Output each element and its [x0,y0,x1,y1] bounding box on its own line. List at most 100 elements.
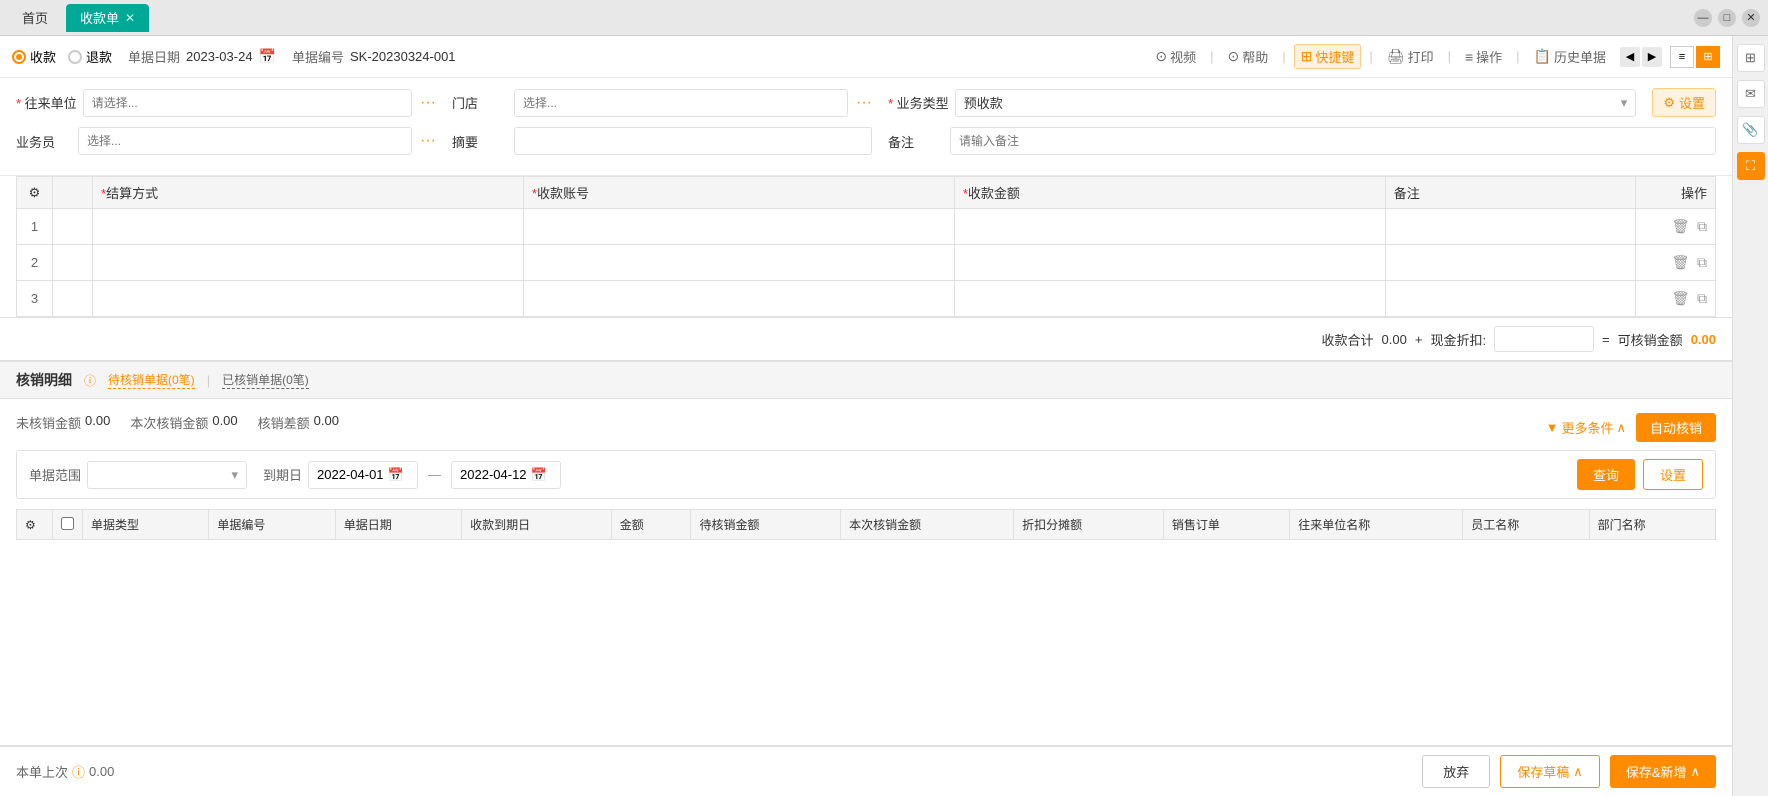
view-list-button[interactable]: ≡ [1670,46,1694,68]
row-1-copy-icon[interactable]: ⧉ [1697,218,1707,234]
calendar-start-icon: 📅 [388,467,404,483]
row-1-amount[interactable] [954,209,1385,245]
nav-next-button[interactable]: ▶ [1642,47,1662,67]
save-draft-label: 保存草稿 [1517,762,1569,781]
row-2-payment[interactable] [93,245,524,281]
row-3-payment[interactable] [93,281,524,317]
table-settings-header[interactable]: ⚙ [17,177,53,209]
attach-icon: 📎 [1742,122,1758,138]
history-button[interactable]: 📋 历史单据 [1528,45,1612,68]
history-icon: 📋 [1534,48,1551,65]
save-new-button[interactable]: 保存&新增 ∧ [1610,755,1716,788]
row-2-delete-icon[interactable]: 🗑 [1672,254,1690,270]
store-more-icon[interactable]: ··· [856,94,872,112]
select-all-checkbox[interactable] [61,517,74,530]
settings-button[interactable]: ⚙ 设置 [1652,88,1716,117]
number-label: 单据编号 [292,47,344,66]
done-tab-link[interactable]: 已核销单据(0笔) [222,371,309,389]
nav-prev-button[interactable]: ◀ [1620,47,1640,67]
net-value: 0.00 [1691,332,1716,347]
calendar-icon[interactable]: 📅 [259,48,276,65]
shortcut-button[interactable]: ⊞ 快捷键 [1294,44,1362,69]
operation-button[interactable]: ≡ 操作 [1459,45,1508,68]
date-start-picker[interactable]: 2022-04-01 📅 [308,461,418,489]
print-button[interactable]: 🖨 打印 [1381,45,1440,68]
help-button[interactable]: ⊙ 帮助 [1222,45,1275,68]
diff-value: 0.00 [314,413,339,432]
business-type-arrow-icon: ▾ [1621,95,1628,111]
refund-radio-circle [68,50,82,64]
tab-home[interactable]: 首页 [8,4,62,32]
partner-input[interactable] [83,89,412,117]
pending-tab-link[interactable]: 待核销单据(0笔) [108,371,195,389]
shortcut-icon: ⊞ [1301,48,1313,65]
tab-receipt[interactable]: 收款单 ✕ [66,4,149,32]
row-2-amount[interactable] [954,245,1385,281]
window-maximize-button[interactable]: □ [1718,9,1736,27]
bottom-checkbox-header[interactable] [53,510,83,540]
print-icon: 🖨 [1387,48,1405,65]
verify-stats: 未核销金额 0.00 本次核销金额 0.00 核销差额 0.00 [16,413,339,432]
staff-more-icon[interactable]: ··· [420,132,436,150]
row-1-actions: 🗑 ⧉ [1636,209,1716,245]
discount-input[interactable] [1494,326,1594,352]
table-row: 3 🗑 ⧉ [17,281,1716,317]
store-input[interactable] [514,89,848,117]
table-action-header: 操作 [1636,177,1716,209]
range-select[interactable]: ▾ [87,461,247,489]
business-type-select[interactable]: 预收款 ▾ [955,89,1637,117]
operation-label: 操作 [1476,47,1502,66]
range-select-arrow-icon: ▾ [231,467,238,483]
row-2-remark[interactable] [1385,245,1635,281]
row-3-delete-icon[interactable]: 🗑 [1672,290,1690,306]
unverified-stat: 未核销金额 0.00 [16,413,110,432]
receipt-radio[interactable]: 收款 [12,47,56,66]
row-1-account[interactable] [523,209,954,245]
row-1-remark[interactable] [1385,209,1635,245]
sidebar-table-icon[interactable]: ⊞ [1737,44,1765,72]
filter-settings-button[interactable]: 设置 [1643,459,1703,490]
refund-radio[interactable]: 退款 [68,47,112,66]
remark-input[interactable] [950,127,1716,155]
window-minimize-button[interactable]: — [1694,9,1712,27]
window-close-button[interactable]: ✕ [1742,9,1760,27]
row-3-actions: 🗑 ⧉ [1636,281,1716,317]
staff-input[interactable] [78,127,412,155]
row-2-copy-icon[interactable]: ⧉ [1697,254,1707,270]
row-1-payment[interactable] [93,209,524,245]
bottom-doc-date-header: 单据日期 [335,510,461,540]
verification-info-icon[interactable]: ⓘ [84,372,96,389]
save-draft-button[interactable]: 保存草稿 ∧ [1500,755,1600,788]
bottom-settings-header[interactable]: ⚙ [17,510,53,540]
sidebar-attach-icon[interactable]: 📎 [1737,116,1765,144]
bottom-current-verify-header: 本次核销金额 [841,510,1014,540]
query-button[interactable]: 查询 [1577,459,1635,490]
row-1-delete-icon[interactable]: 🗑 [1672,218,1690,234]
date-value: 2023-03-24 [186,49,253,64]
video-button[interactable]: ⊙ 视频 [1149,45,1202,68]
tab-receipt-label: 收款单 [80,8,119,27]
sidebar-expand-icon[interactable]: ⛶ [1737,152,1765,180]
bottom-table: ⚙ 单据类型 单据编号 单据日期 收款到期日 金额 待核销金额 本次核销金额 折… [16,509,1716,540]
auto-verify-button[interactable]: 自动核销 [1636,413,1716,442]
row-3-account[interactable] [523,281,954,317]
row-3-copy-icon[interactable]: ⧉ [1697,290,1707,306]
more-conditions-label: 更多条件 [1561,418,1613,437]
bottom-amount-header: 金额 [611,510,691,540]
more-conditions-button[interactable]: ▼ 更多条件 ∧ [1546,418,1626,437]
row-3-remark[interactable] [1385,281,1635,317]
row-2-account[interactable] [523,245,954,281]
carry-forward-label: 本单上次 [16,762,68,781]
discard-button[interactable]: 放弃 [1422,755,1490,788]
carry-forward-info-icon[interactable]: ⓘ [72,762,85,781]
summary-input[interactable] [514,127,872,155]
date-end-picker[interactable]: 2022-04-12 📅 [451,461,561,489]
sidebar-mail-icon[interactable]: ✉ [1737,80,1765,108]
view-grid-button[interactable]: ⊞ [1696,46,1720,68]
partner-more-icon[interactable]: ··· [420,94,436,112]
tab-close-icon[interactable]: ✕ [125,11,135,25]
diff-label: 核销差额 [258,413,310,432]
video-icon: ⊙ [1155,48,1167,65]
row-3-amount[interactable] [954,281,1385,317]
table-icon: ⊞ [1745,50,1756,66]
